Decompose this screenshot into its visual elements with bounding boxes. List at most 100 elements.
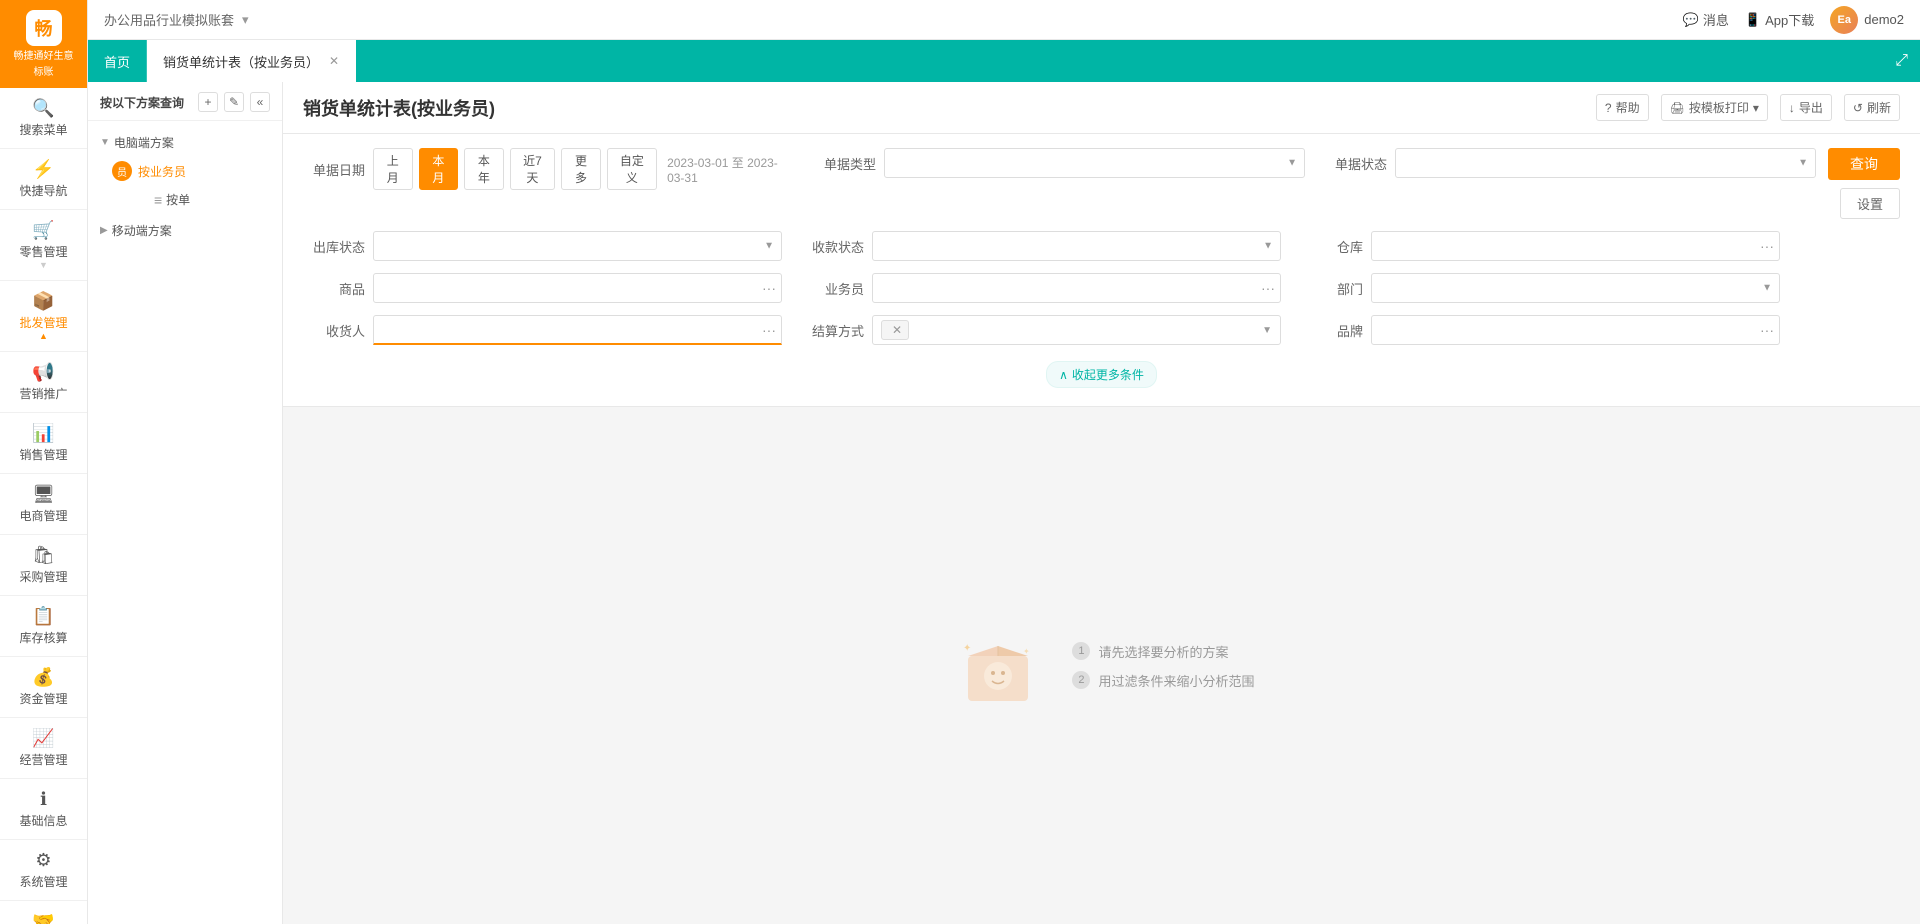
sidebar-item-enterprise[interactable]: 🤝 企业协同 <box>0 901 87 924</box>
export-btn[interactable]: ↓ 导出 <box>1780 94 1832 121</box>
left-panel-header: 按以下方案查询 + ✎ « <box>88 82 282 121</box>
date-btn-more[interactable]: 更多 <box>561 148 601 190</box>
tree-mobile-label: 移动端方案 <box>112 222 270 239</box>
print-label: 按模板打印 <box>1689 99 1749 116</box>
refresh-icon: ↺ <box>1853 101 1863 115</box>
goods-input[interactable] <box>373 273 782 303</box>
collapse-icon: ∧ <box>1059 368 1068 382</box>
sidebar-item-search-label: 搜索菜单 <box>19 121 67 138</box>
doc-status-select[interactable] <box>1395 148 1816 178</box>
logo-label: 标账 <box>34 63 54 78</box>
print-btn[interactable]: 🖨 按模板打印 ▾ <box>1661 94 1768 121</box>
goods-label: 商品 <box>303 279 373 298</box>
ecommerce-icon: 🖥 <box>32 484 55 505</box>
user-area[interactable]: Ea demo2 <box>1830 6 1904 34</box>
sidebar-item-retail[interactable]: 🛒 零售管理 ▼ <box>0 210 87 281</box>
tree-child-sales[interactable]: 员 按业务员 <box>112 156 282 186</box>
export-icon: ↓ <box>1789 101 1795 115</box>
tree-child-sales-label: 按业务员 <box>138 163 186 180</box>
retail-icon: 🛒 <box>32 220 54 241</box>
doc-type-select[interactable] <box>884 148 1305 178</box>
sidebar-item-system[interactable]: ⚙ 系统管理 <box>0 840 87 901</box>
date-btn-lastmonth[interactable]: 上月 <box>373 148 413 190</box>
lp-collapse-btn[interactable]: « <box>250 92 270 112</box>
empty-hint-2: 2 用过滤条件来缩小分析范围 <box>1072 671 1254 690</box>
main-area: 办公用品行业模拟账套 ▾ 💬 消息 📱 App下载 Ea demo2 首页 <box>88 0 1920 924</box>
top-title-dropdown-icon[interactable]: ▾ <box>242 12 249 28</box>
sidebar-item-marketing-label: 营销推广 <box>19 385 67 402</box>
dept-select[interactable] <box>1371 273 1780 303</box>
settings-btn[interactable]: 设置 <box>1840 188 1900 219</box>
date-btn-thismonth[interactable]: 本月 <box>419 148 459 190</box>
salesperson-input[interactable] <box>872 273 1281 303</box>
message-icon: 💬 <box>1683 12 1699 28</box>
tab-active[interactable]: 销货单统计表（按业务员） ✕ <box>147 40 356 82</box>
avatar-text: Ea <box>1838 14 1851 26</box>
sidebar-item-shortcut[interactable]: ⚡ 快捷导航 <box>0 149 87 210</box>
tree-child-pc: 员 按业务员 ≡ 按单 <box>88 156 282 213</box>
receive-status-select[interactable] <box>872 231 1281 261</box>
tree-node-mobile[interactable]: ▶ 移动端方案 <box>88 217 282 244</box>
warehouse-input-wrapper: ··· <box>1371 231 1780 261</box>
lp-edit-btn[interactable]: ✎ <box>224 92 244 112</box>
warehouse-label: 仓库 <box>1301 237 1371 256</box>
receive-status-wrapper <box>872 231 1281 261</box>
tab-expand-btn[interactable]: ⤢ <box>1883 52 1920 70</box>
consignee-dots-btn[interactable]: ··· <box>762 322 776 338</box>
sidebar-item-ecommerce[interactable]: 🖥 电商管理 <box>0 474 87 535</box>
enterprise-icon: 🤝 <box>32 911 54 924</box>
goods-dots-btn[interactable]: ··· <box>762 280 776 296</box>
messages-label: 消息 <box>1703 10 1729 29</box>
sidebar-item-retail-label: 零售管理 <box>19 243 67 260</box>
sidebar-item-operation[interactable]: 📈 经营管理 <box>0 718 87 779</box>
out-status-select[interactable] <box>373 231 782 261</box>
sidebar-item-search[interactable]: 🔍 搜索菜单 <box>0 88 87 149</box>
query-btn[interactable]: 查询 <box>1828 148 1900 180</box>
consignee-input[interactable] <box>373 315 782 345</box>
refresh-btn[interactable]: ↺ 刷新 <box>1844 94 1900 121</box>
content-area: 按以下方案查询 + ✎ « ▼ 电脑端方案 <box>88 82 1920 924</box>
payment-label: 结算方式 <box>802 321 872 340</box>
payment-ctrl[interactable]: ✕ ▼ <box>872 315 1281 345</box>
sidebar-item-sales-label: 销售管理 <box>19 446 67 463</box>
help-btn[interactable]: ? 帮助 <box>1596 94 1649 121</box>
lp-add-btn[interactable]: + <box>198 92 218 112</box>
collapse-btn[interactable]: ∧ 收起更多条件 <box>1046 361 1157 388</box>
sidebar-item-sales[interactable]: 📊 销售管理 <box>0 413 87 474</box>
sub-item-order[interactable]: ≡ 按单 <box>112 186 282 213</box>
purchase-icon: 🛍 <box>32 545 55 566</box>
dept-wrapper <box>1371 273 1780 303</box>
date-btn-custom[interactable]: 自定义 <box>607 148 657 190</box>
date-btn-7days[interactable]: 近7天 <box>510 148 556 190</box>
tree-pc-label: 电脑端方案 <box>114 134 270 151</box>
tree-node-pc[interactable]: ▼ 电脑端方案 <box>88 129 282 156</box>
brand-input[interactable] <box>1371 315 1780 345</box>
tree-section-pc: ▼ 电脑端方案 员 按业务员 ≡ 按单 ▶ 移动端方案 <box>88 121 282 252</box>
expand-icon: ⤢ <box>1895 52 1908 69</box>
tab-bar: 首页 销货单统计表（按业务员） ✕ ⤢ <box>88 40 1920 82</box>
messages-btn[interactable]: 💬 消息 <box>1683 10 1729 29</box>
sidebar-item-wholesale[interactable]: 📦 批发管理 ▲ <box>0 281 87 352</box>
salesperson-input-wrapper: ··· <box>872 273 1281 303</box>
salesperson-dots-btn[interactable]: ··· <box>1261 280 1275 296</box>
help-icon: ? <box>1605 101 1612 115</box>
tab-close-icon[interactable]: ✕ <box>329 54 339 68</box>
sidebar-item-basic[interactable]: ℹ 基础信息 <box>0 779 87 840</box>
warehouse-dots-btn[interactable]: ··· <box>1760 238 1774 254</box>
sidebar-item-inventory[interactable]: 📋 库存核算 <box>0 596 87 657</box>
date-btn-thisyear[interactable]: 本年 <box>464 148 504 190</box>
sidebar-logo[interactable]: 畅 畅捷通好生意 标账 <box>0 0 87 88</box>
tab-home[interactable]: 首页 <box>88 40 147 82</box>
warehouse-input[interactable] <box>1371 231 1780 261</box>
sidebar-item-marketing[interactable]: 📢 营销推广 <box>0 352 87 413</box>
sidebar: 畅 畅捷通好生意 标账 🔍 搜索菜单 ⚡ 快捷导航 🛒 零售管理 ▼ 📦 批发管… <box>0 0 88 924</box>
doc-type-label: 单据类型 <box>814 154 884 173</box>
tree-arrow-pc: ▼ <box>100 137 110 148</box>
doc-status-select-wrapper <box>1395 148 1816 178</box>
brand-dots-btn[interactable]: ··· <box>1760 322 1774 338</box>
sidebar-item-purchase[interactable]: 🛍 采购管理 <box>0 535 87 596</box>
payment-tag-close[interactable]: ✕ <box>892 323 902 337</box>
sidebar-item-purchase-label: 采购管理 <box>19 568 67 585</box>
sidebar-item-finance[interactable]: 💰 资金管理 <box>0 657 87 718</box>
app-download-btn[interactable]: 📱 App下载 <box>1745 10 1814 29</box>
